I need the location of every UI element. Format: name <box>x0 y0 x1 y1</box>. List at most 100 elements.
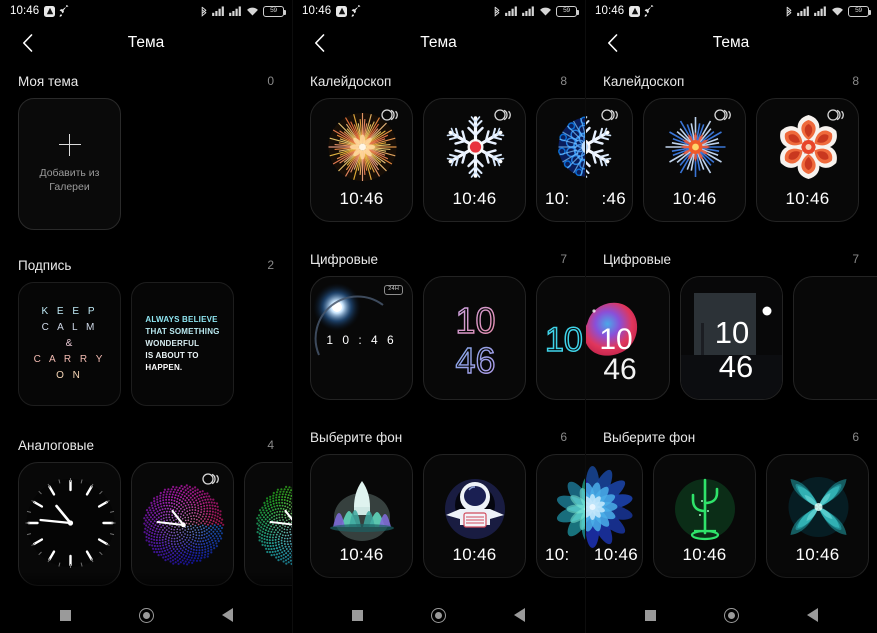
app-bar: Тема <box>585 22 877 64</box>
home-icon[interactable] <box>139 608 154 623</box>
watch-face-card[interactable] <box>18 462 121 586</box>
always-on-display-icon[interactable] <box>826 108 848 120</box>
battery-level: 59 <box>270 8 277 15</box>
watch-face-card[interactable]: 10: <box>536 98 585 222</box>
section-count: 0 <box>267 74 274 88</box>
plus-icon <box>59 134 81 156</box>
watch-face-card[interactable]: ALWAYS BELIEVE THAT SOMETHING WONDERFUL … <box>131 282 234 406</box>
signal-sim1-icon <box>505 6 518 16</box>
always-on-display-icon[interactable] <box>493 108 515 120</box>
watch-face-time: 10: <box>537 545 585 565</box>
watch-face-card[interactable]: :46 <box>585 98 633 222</box>
always-believe-art: ALWAYS BELIEVE THAT SOMETHING WONDERFUL … <box>137 314 227 374</box>
battery-level: 59 <box>563 8 570 15</box>
digital-cyan-outline-art: 10: <box>537 277 585 399</box>
svg-text:10:: 10: <box>545 321 585 359</box>
section-title: Калейдоскоп <box>310 74 391 89</box>
section-title: Подпись <box>18 258 71 273</box>
watch-face-card[interactable] <box>793 276 877 400</box>
watch-face-card[interactable]: 10: <box>536 276 585 400</box>
back-icon[interactable] <box>222 608 233 622</box>
app-badge-icon <box>336 6 347 17</box>
battery-icon: 59 <box>556 6 577 17</box>
recents-icon[interactable] <box>60 610 71 621</box>
status-bar: 10:46 59 <box>585 0 877 22</box>
always-on-display-icon[interactable] <box>201 472 223 484</box>
navigation-bar <box>292 597 585 633</box>
back-button[interactable] <box>306 30 332 56</box>
back-icon[interactable] <box>807 608 818 622</box>
section-title: Выберите фон <box>603 430 695 445</box>
always-on-display-icon[interactable] <box>600 108 622 120</box>
back-button[interactable] <box>14 30 40 56</box>
digital-fluid-pink-art: 10 46 <box>585 277 669 399</box>
digital-empty-art <box>794 277 877 399</box>
watch-face-card[interactable]: 10:46 <box>643 98 746 222</box>
wifi-icon <box>831 6 844 16</box>
analog-classic-art <box>19 463 120 585</box>
always-on-display-icon[interactable] <box>713 108 735 120</box>
status-bar-clock: 10:46 <box>595 5 624 17</box>
sig-line: IS ABOUT TO <box>145 350 219 362</box>
battery-level: 59 <box>855 8 862 15</box>
watch-face-card[interactable] <box>131 462 234 586</box>
section-header-analog: Аналоговые 4 <box>0 428 292 462</box>
add-line-1: Добавить из <box>39 167 99 179</box>
svg-text:10: 10 <box>455 300 495 341</box>
row-background: 10:46 10:46 <box>292 454 585 578</box>
bluetooth-icon <box>200 6 208 17</box>
watch-face-card[interactable]: 10 46 <box>680 276 783 400</box>
watch-face-card[interactable]: 10:46 <box>310 98 413 222</box>
watch-face-card[interactable]: 10:46 <box>585 454 643 578</box>
home-icon[interactable] <box>724 608 739 623</box>
page-title: Тема <box>585 34 877 52</box>
section-header-my-theme: Моя тема 0 <box>0 64 292 98</box>
watch-face-card[interactable]: 10:46 <box>423 454 526 578</box>
watch-face-card[interactable]: 10:46 <box>653 454 756 578</box>
watch-face-card[interactable]: 10 46 <box>423 276 526 400</box>
sig-line: HAPPEN. <box>145 362 219 374</box>
status-bar: 10:46 59 <box>292 0 585 22</box>
always-on-display-icon[interactable] <box>380 108 402 120</box>
watch-face-time: 10:46 <box>424 189 525 209</box>
section-count: 7 <box>560 252 567 266</box>
section-count: 4 <box>267 438 274 452</box>
watch-face-card[interactable]: K E E P C A L M & C A R R Y O N <box>18 282 121 406</box>
section-count: 8 <box>560 74 567 88</box>
watch-face-time: 10:46 <box>757 189 858 209</box>
analog-dots-green-art <box>245 463 292 585</box>
row-signature: K E E P C A L M & C A R R Y O N ALWAYS B… <box>0 282 292 406</box>
back-icon[interactable] <box>514 608 525 622</box>
wifi-icon <box>539 6 552 16</box>
rocket-icon <box>350 5 362 17</box>
row-kaleidoscope: :46 10:46 10:46 <box>585 98 877 222</box>
back-button[interactable] <box>599 30 625 56</box>
recents-icon[interactable] <box>645 610 656 621</box>
digital-gradient-stack-art: 10 46 <box>424 277 525 399</box>
watch-face-card[interactable]: 10: <box>536 454 585 578</box>
sig-line: & <box>34 336 106 352</box>
rocket-icon <box>643 5 655 17</box>
section-header-signature: Подпись 2 <box>0 248 292 282</box>
sig-line: C A R R Y <box>34 352 106 368</box>
recents-icon[interactable] <box>352 610 363 621</box>
watch-face-card[interactable]: 10:46 <box>756 98 859 222</box>
app-bar: Тема <box>0 22 292 64</box>
screenshot-composite: 10 :46 59 Тема Моя тема 0 Добавить из Гал… <box>0 0 877 633</box>
sig-line: C A L M <box>34 320 106 336</box>
watch-face-card[interactable]: 10:46 <box>766 454 869 578</box>
signal-sim1-icon <box>212 6 225 16</box>
watch-face-time: 10:46 <box>311 189 412 209</box>
watch-face-card[interactable]: 10 46 <box>585 276 670 400</box>
add-from-gallery-card[interactable]: Добавить из Галереи <box>18 98 121 230</box>
signal-sim2-icon <box>229 6 242 16</box>
rocket-icon <box>58 5 70 17</box>
watch-face-card[interactable] <box>244 462 292 586</box>
home-icon[interactable] <box>431 608 446 623</box>
watch-face-time: 10:46 <box>424 545 525 565</box>
watch-face-card[interactable]: 24H 1 0 : 4 6 <box>310 276 413 400</box>
watch-face-card[interactable]: 10:46 <box>423 98 526 222</box>
watch-face-time: 10:46 <box>644 189 745 209</box>
watch-face-card[interactable]: 10:46 <box>310 454 413 578</box>
status-bar-system-icons: 59 <box>785 6 869 17</box>
